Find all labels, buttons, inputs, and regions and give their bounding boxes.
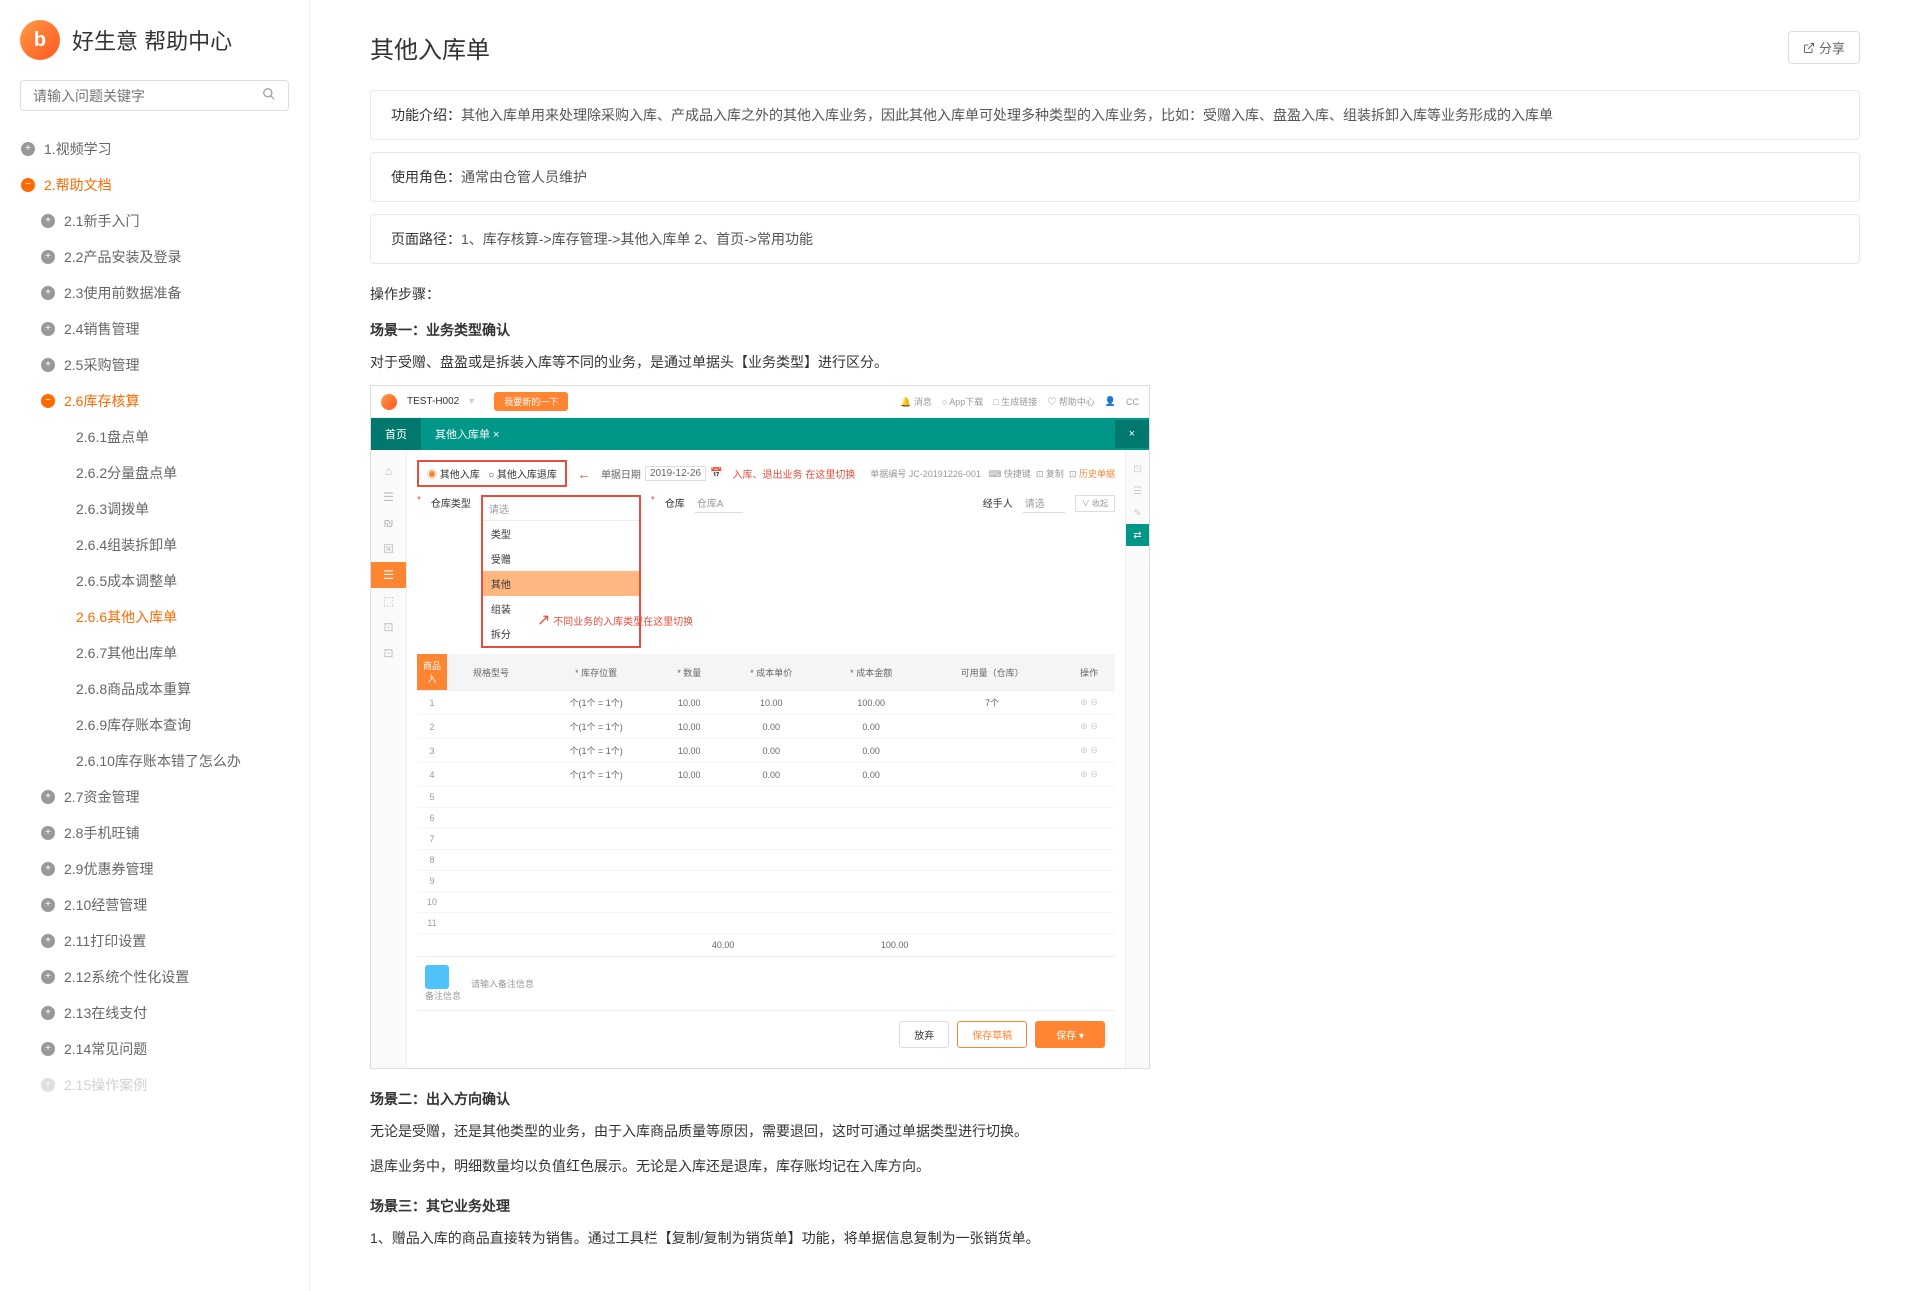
logo-icon: b	[20, 20, 60, 60]
nav-2-6-8[interactable]: 2.6.8商品成本重算	[0, 671, 309, 707]
nav-2-6-10[interactable]: 2.6.10库存账本错了怎么办	[0, 743, 309, 779]
share-icon	[1803, 42, 1815, 54]
nav-list: +1.视频学习 −2.帮助文档 +2.1新手入门 +2.2产品安装及登录 +2.…	[0, 131, 309, 1103]
search-box[interactable]	[20, 80, 289, 111]
scene3-title: 场景三：其它业务处理	[370, 1196, 1860, 1216]
info-path: 页面路径：1、库存核算->库存管理->其他入库单 2、首页->常用功能	[370, 214, 1860, 264]
logo-text: 好生意 帮助中心	[72, 24, 232, 56]
ss-grid: 商品入 规格型号 * 库存位置 * 数量 * 成本单价 * 成本金额 可用量（仓…	[417, 654, 1115, 934]
nav-2-6-2[interactable]: 2.6.2分量盘点单	[0, 455, 309, 491]
scene2-p2: 退库业务中，明细数量均以负值红色展示。无论是入库还是退库，库存账均记在入库方向。	[370, 1154, 1860, 1179]
ss-close-icon: ×	[1115, 420, 1149, 448]
nav-2-10[interactable]: +2.10经营管理	[0, 887, 309, 923]
steps-label: 操作步骤：	[370, 284, 1860, 304]
nav-2-11[interactable]: +2.11打印设置	[0, 923, 309, 959]
share-button[interactable]: 分享	[1788, 31, 1860, 64]
ss-footer: 放弃 保存草稿 保存 ▾	[417, 1010, 1115, 1058]
ss-tabs: 首页 其他入库单 × ×	[371, 418, 1149, 450]
nav-2-4[interactable]: +2.4销售管理	[0, 311, 309, 347]
ss-new-btn: 我要新的一下	[494, 392, 568, 411]
ss-tab-current: 其他入库单 ×	[421, 418, 513, 450]
ss-order-info: 单据编号 JC-20191226-001 ⌨ 快捷键 ⊡ 复制 ⊡ 历史单据	[870, 467, 1115, 480]
ss-arrow-icon: ←	[577, 466, 591, 482]
nav-2-6[interactable]: −2.6库存核算	[0, 383, 309, 419]
ss-form: ◉ 其他入库 ○ 其他入库退库 ← 单据日期 2019-12-26 📅 入库、退…	[407, 450, 1125, 1068]
ss-tab-home: 首页	[371, 418, 421, 450]
nav-2-2[interactable]: +2.2产品安装及登录	[0, 239, 309, 275]
sidebar: b 好生意 帮助中心 +1.视频学习 −2.帮助文档 +2.1新手入门 +2.2…	[0, 0, 310, 1291]
scene2-title: 场景二：出入方向确认	[370, 1089, 1860, 1109]
ss-hdr-bell: 🔔 消息	[900, 395, 932, 408]
nav-2-13[interactable]: +2.13在线支付	[0, 995, 309, 1031]
ss-btn-save: 保存 ▾	[1035, 1021, 1105, 1048]
ss-btn-draft: 保存草稿	[957, 1021, 1027, 1048]
nav-2-6-6[interactable]: 2.6.6其他入库单	[0, 599, 309, 635]
main-content: 其他入库单 分享 功能介绍：其他入库单用来处理除采购入库、产成品入库之外的其他入…	[310, 0, 1920, 1291]
scene1-desc: 对于受赠、盘盈或是拆装入库等不同的业务，是通过单据头【业务类型】进行区分。	[370, 350, 1860, 375]
nav-2-1[interactable]: +2.1新手入门	[0, 203, 309, 239]
ss-user: CC	[1126, 397, 1139, 407]
nav-2-6-5[interactable]: 2.6.5成本调整单	[0, 563, 309, 599]
ss-date: 单据日期 2019-12-26 📅	[601, 466, 723, 481]
ss-hdr-gen: □ 生成链接	[993, 395, 1037, 408]
ss-handler-label: 经手人	[983, 495, 1013, 510]
nav-2-6-3[interactable]: 2.6.3调拨单	[0, 491, 309, 527]
content-section: 操作步骤： 场景一：业务类型确认 对于受赠、盘盈或是拆装入库等不同的业务，是通过…	[370, 284, 1860, 1251]
search-input[interactable]	[33, 88, 262, 104]
nav-2-3[interactable]: +2.3使用前数据准备	[0, 275, 309, 311]
ss-avatar: 👤	[1105, 396, 1116, 407]
nav-2-12[interactable]: +2.12系统个性化设置	[0, 959, 309, 995]
nav-2-8[interactable]: +2.8手机旺铺	[0, 815, 309, 851]
nav-2-15[interactable]: +2.15操作案例	[0, 1067, 309, 1103]
ss-radio-group: ◉ 其他入库 ○ 其他入库退库	[417, 460, 567, 487]
ss-dept-label: 仓库	[665, 495, 685, 510]
ss-annotation-1: 入库、退出业务 在这里切换	[733, 466, 856, 481]
nav-2-9[interactable]: +2.9优惠券管理	[0, 851, 309, 887]
nav-help-docs[interactable]: −2.帮助文档	[0, 167, 309, 203]
nav-2-5[interactable]: +2.5采购管理	[0, 347, 309, 383]
page-title: 其他入库单	[370, 30, 490, 65]
embedded-screenshot: TEST-H002 ▾ 我要新的一下 🔔 消息 ○ App下载 □ 生成链接 ♡…	[370, 385, 1150, 1069]
nav-video[interactable]: +1.视频学习	[0, 131, 309, 167]
scene2-p1: 无论是受赠，还是其他类型的业务，由于入库商品质量等原因，需要退回，这时可通过单据…	[370, 1119, 1860, 1144]
logo-area: b 好生意 帮助中心	[0, 20, 309, 80]
ss-annotation-2: ↗ 不同业务的入库类型在这里切换	[537, 610, 693, 630]
ss-totals: 40.00 100.00	[417, 934, 1115, 956]
ss-hdr-help: ♡ 帮助中心	[1047, 395, 1095, 408]
ss-sidenav: ⌂ ☰ ₪ ☒ ☰ ⬚ ⊡ ⊡	[371, 450, 407, 1068]
page-header: 其他入库单 分享	[370, 30, 1860, 65]
nav-2-14[interactable]: +2.14常见问题	[0, 1031, 309, 1067]
info-role: 使用角色：通常由仓管人员维护	[370, 152, 1860, 202]
ss-logo-icon	[381, 394, 397, 410]
nav-2-7[interactable]: +2.7资金管理	[0, 779, 309, 815]
ss-test-id: TEST-H002	[407, 396, 459, 407]
ss-right-toolbar: ⊡☰✎⇄	[1125, 450, 1149, 1068]
scene1-title: 场景一：业务类型确认	[370, 320, 1860, 340]
ss-hdr-app: ○ App下载	[942, 395, 983, 408]
ss-memo: 备注信息 请输入备注信息	[417, 956, 1115, 1010]
nav-2-6-1[interactable]: 2.6.1盘点单	[0, 419, 309, 455]
info-intro: 功能介绍：其他入库单用来处理除采购入库、产成品入库之外的其他入库业务，因此其他入…	[370, 90, 1860, 140]
nav-2-6-7[interactable]: 2.6.7其他出库单	[0, 635, 309, 671]
scene3-p1: 1、赠品入库的商品直接转为销售。通过工具栏【复制/复制为销货单】功能，将单据信息…	[370, 1226, 1860, 1251]
ss-btn-cancel: 放弃	[899, 1021, 949, 1048]
nav-2-6-9[interactable]: 2.6.9库存账本查询	[0, 707, 309, 743]
ss-header: TEST-H002 ▾ 我要新的一下 🔔 消息 ○ App下载 □ 生成链接 ♡…	[371, 386, 1149, 418]
ss-type-label: 仓库类型	[431, 495, 471, 510]
nav-2-6-4[interactable]: 2.6.4组装拆卸单	[0, 527, 309, 563]
search-icon[interactable]	[262, 87, 276, 104]
